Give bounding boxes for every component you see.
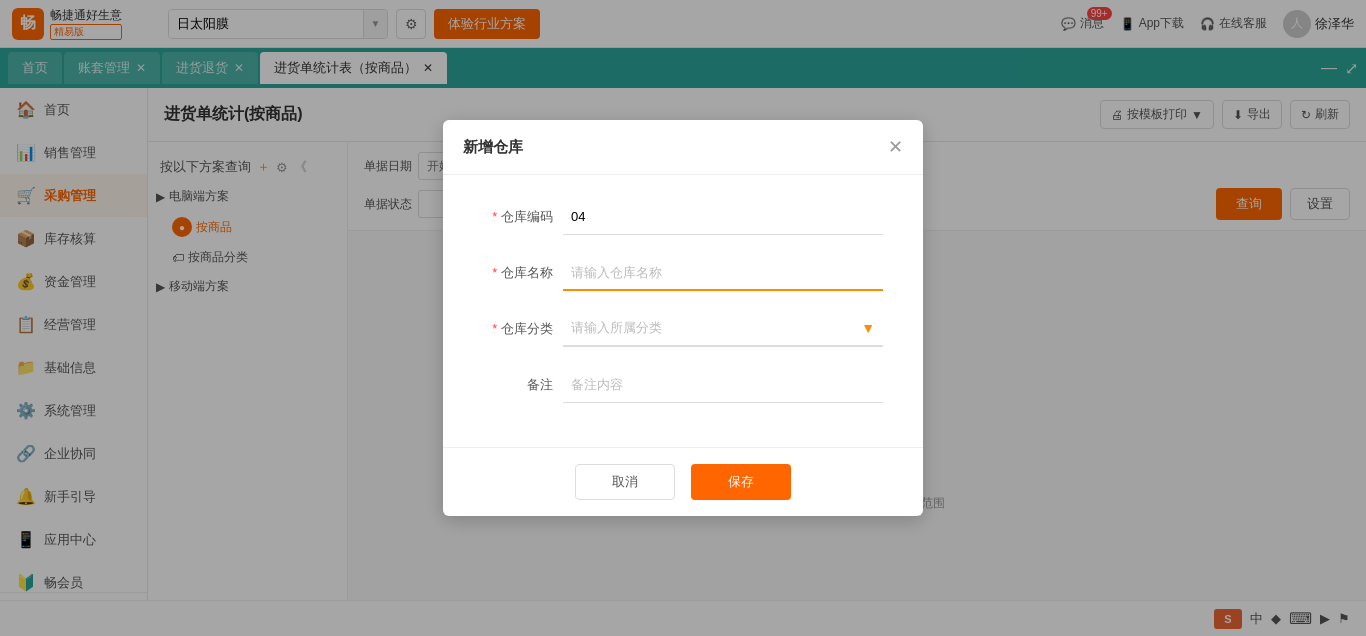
category-dropdown-icon: ▼ <box>861 320 875 336</box>
cancel-button[interactable]: 取消 <box>575 464 675 500</box>
remark-row: 备注 <box>483 367 883 403</box>
required-star-code: * <box>492 209 497 224</box>
warehouse-category-select[interactable]: 请输入所属分类 ▼ <box>563 311 883 347</box>
required-star-category: * <box>492 321 497 336</box>
remark-input[interactable] <box>563 367 883 403</box>
modal-footer: 取消 保存 <box>443 447 923 516</box>
warehouse-name-input[interactable] <box>563 255 883 291</box>
modal-body: * 仓库编码 * 仓库名称 * 仓库分类 请输入 <box>443 175 923 447</box>
remark-label: 备注 <box>483 376 563 394</box>
modal-header: 新增仓库 ✕ <box>443 120 923 175</box>
warehouse-category-label: * 仓库分类 <box>483 320 563 338</box>
modal-overlay[interactable]: 新增仓库 ✕ * 仓库编码 * 仓库名称 <box>0 0 1366 636</box>
required-star-name: * <box>492 265 497 280</box>
new-warehouse-modal: 新增仓库 ✕ * 仓库编码 * 仓库名称 <box>443 120 923 516</box>
warehouse-code-label: * 仓库编码 <box>483 208 563 226</box>
warehouse-name-row: * 仓库名称 <box>483 255 883 291</box>
warehouse-category-row: * 仓库分类 请输入所属分类 ▼ <box>483 311 883 347</box>
modal-close-button[interactable]: ✕ <box>888 136 903 158</box>
save-button[interactable]: 保存 <box>691 464 791 500</box>
warehouse-code-input[interactable] <box>563 199 883 235</box>
warehouse-code-row: * 仓库编码 <box>483 199 883 235</box>
modal-title: 新增仓库 <box>463 138 523 157</box>
warehouse-name-label: * 仓库名称 <box>483 264 563 282</box>
